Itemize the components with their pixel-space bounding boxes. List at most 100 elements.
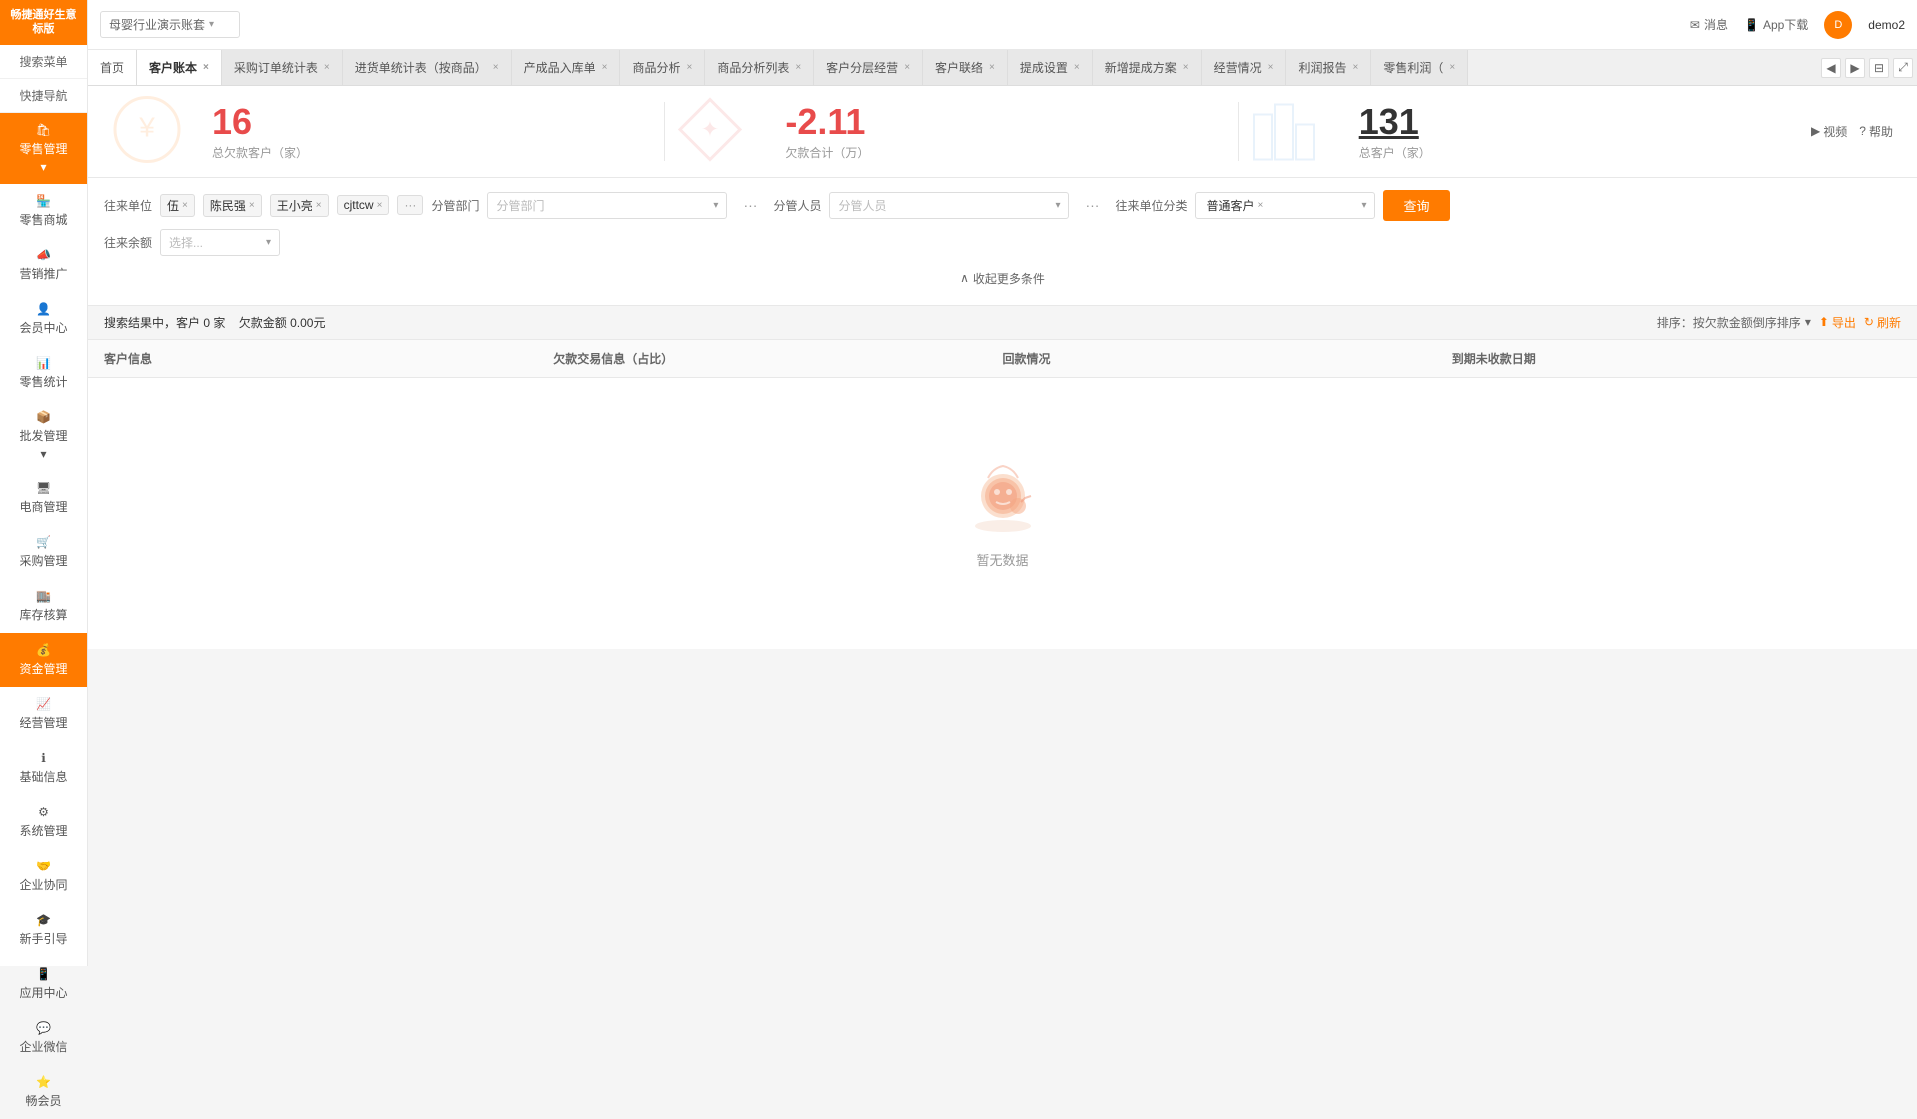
tab-product-list-label: 商品分析列表 xyxy=(717,59,789,76)
stat2-bg-icon: ✦ xyxy=(675,95,745,168)
unit-category-select[interactable]: 普通客户 × ▾ xyxy=(1195,192,1375,219)
tab-promotion-close-icon[interactable]: × xyxy=(1074,62,1080,73)
person-more-icon[interactable]: ··· xyxy=(1077,193,1107,217)
account-dropdown[interactable]: 母婴行业演示账套 ▾ xyxy=(100,11,240,38)
sidebar-item-ecom[interactable]: 🖥 电商管理 xyxy=(0,471,87,525)
tab-inbound-close-icon[interactable]: × xyxy=(493,62,499,73)
sidebar-item-inventory[interactable]: 🏬 库存核算 xyxy=(0,579,87,633)
category-arrow-icon: ▾ xyxy=(1361,200,1366,211)
tab-product-analysis-label: 商品分析 xyxy=(632,59,680,76)
dropdown-arrow-icon: ▾ xyxy=(209,19,214,30)
sidebar-item-enterprise[interactable]: 🤝 企业协同 xyxy=(0,849,87,903)
user-avatar[interactable]: D xyxy=(1824,11,1852,39)
search-menu[interactable]: 搜索菜单 xyxy=(0,45,87,79)
dept-select[interactable]: 分管部门 ▾ xyxy=(487,192,727,219)
refresh-label: 刷新 xyxy=(1877,314,1901,331)
balance-select[interactable]: 选择... ▾ xyxy=(160,229,280,256)
tab-segment-close-icon[interactable]: × xyxy=(904,62,910,73)
tab-customer-segment[interactable]: 客户分层经营 × xyxy=(814,50,923,85)
sidebar-item-marketing[interactable]: 📣 营销推广 xyxy=(0,238,87,292)
tab-cost-close-icon[interactable]: × xyxy=(602,62,608,73)
tab-cost-inbound[interactable]: 产成品入库单 × xyxy=(512,50,621,85)
app-download-button[interactable]: 📱 App下载 xyxy=(1744,16,1808,33)
tab-customer-accounts[interactable]: 客户账本 × xyxy=(137,50,222,85)
tab-next-button[interactable]: ▶ xyxy=(1845,58,1865,78)
tab-new-promo-close-icon[interactable]: × xyxy=(1183,62,1189,73)
tab-product-analysis[interactable]: 商品分析 × xyxy=(620,50,705,85)
query-button[interactable]: 查询 xyxy=(1383,190,1449,221)
tab-profit-close-icon[interactable]: × xyxy=(1352,62,1358,73)
tag-cjttcw-close-icon[interactable]: × xyxy=(377,200,383,211)
dept-more-icon[interactable]: ··· xyxy=(735,193,765,217)
tab-retail-profit-close-icon[interactable]: × xyxy=(1449,62,1455,73)
tab-op-status-close-icon[interactable]: × xyxy=(1268,62,1274,73)
sidebar-label-newbie: 新手引导 xyxy=(19,930,67,947)
logo-text: 畅捷通好生意 标版 xyxy=(11,8,77,37)
tab-operation-status[interactable]: 经营情况 × xyxy=(1202,50,1287,85)
tag-chen[interactable]: 陈民强 × xyxy=(203,194,262,217)
sort-button[interactable]: 排序：按欠款金额倒序排序 ▾ xyxy=(1657,314,1811,331)
tab-prev-button[interactable]: ◀ xyxy=(1821,58,1841,78)
sidebar-label-enterprise: 企业协同 xyxy=(19,876,67,893)
tab-product-analysis-list[interactable]: 商品分析列表 × xyxy=(705,50,814,85)
tab-customer-contact[interactable]: 客户联络 × xyxy=(923,50,1008,85)
tag-chen-close-icon[interactable]: × xyxy=(249,200,255,211)
tab-contact-close-icon[interactable]: × xyxy=(989,62,995,73)
tab-customer-accounts-close-icon[interactable]: × xyxy=(203,62,209,73)
help-button[interactable]: ? 帮助 xyxy=(1859,123,1893,140)
tab-purchase-close-icon[interactable]: × xyxy=(324,62,330,73)
main-area: 母婴行业演示账套 ▾ ✉ 消息 📱 App下载 D demo2 首页 客户账本 … xyxy=(88,0,1917,966)
tag-normal-customer[interactable]: 普通客户 × xyxy=(1204,197,1265,214)
tab-home[interactable]: 首页 xyxy=(88,50,137,85)
sidebar-item-purchase[interactable]: 🛒 采购管理 xyxy=(0,525,87,579)
tag-wu[interactable]: 伍 × xyxy=(160,194,195,217)
sidebar-item-system[interactable]: ⚙ 系统管理 xyxy=(0,795,87,849)
person-select[interactable]: 分管人员 ▾ xyxy=(829,192,1069,219)
username-label[interactable]: demo2 xyxy=(1868,18,1905,32)
sidebar-item-member[interactable]: 👤 会员中心 xyxy=(0,292,87,346)
vip-icon: ⭐ xyxy=(36,1075,51,1089)
sidebar-label-retail-mall: 零售商城 xyxy=(19,211,67,228)
tab-product-analysis-close-icon[interactable]: × xyxy=(686,62,692,73)
tag-cjttcw[interactable]: cjttcw × xyxy=(337,195,390,215)
tab-cost-label: 产成品入库单 xyxy=(524,59,596,76)
sidebar-item-app-center[interactable]: 📱 应用中心 xyxy=(0,957,87,1011)
tab-expand-button[interactable]: ⊟ xyxy=(1869,58,1889,78)
wholesale-icon: 📦 xyxy=(36,410,51,424)
sidebar-item-newbie[interactable]: 🎓 新手引导 xyxy=(0,903,87,957)
tab-profit-report[interactable]: 利润报告 × xyxy=(1286,50,1371,85)
tab-purchase-order-stats[interactable]: 采购订单统计表 × xyxy=(222,50,343,85)
tab-navigation: ◀ ▶ ⊟ ⤢ xyxy=(1817,58,1917,78)
sidebar-item-retail-mall[interactable]: 🏪 零售商城 xyxy=(0,184,87,238)
newbie-icon: 🎓 xyxy=(36,913,51,927)
sidebar-item-biz-wechat[interactable]: 💬 企业微信 xyxy=(0,1011,87,1065)
tab-promotion-settings[interactable]: 提成设置 × xyxy=(1008,50,1093,85)
stat-overdue-amount: ✦ -2.11 欠款合计（万） xyxy=(664,102,1238,161)
tag-cjttcw-label: cjttcw xyxy=(344,198,374,212)
sidebar-item-basic[interactable]: ℹ 基础信息 xyxy=(0,741,87,795)
export-label: 导出 xyxy=(1832,314,1856,331)
sidebar-item-wholesale[interactable]: 📦 批发管理 ▾ xyxy=(0,400,87,471)
sidebar-item-operation[interactable]: 📈 经营管理 xyxy=(0,687,87,741)
video-button[interactable]: ▶ 视频 xyxy=(1811,123,1847,140)
sidebar-item-retail[interactable]: 🛍 零售管理 ▾ xyxy=(0,113,87,184)
tab-new-promotion[interactable]: 新增提成方案 × xyxy=(1093,50,1202,85)
quick-nav[interactable]: 快捷导航 xyxy=(0,79,87,113)
export-button[interactable]: ⬆ 导出 xyxy=(1819,314,1856,331)
tab-fullscreen-button[interactable]: ⤢ xyxy=(1893,58,1913,78)
tag-wu-close-icon[interactable]: × xyxy=(182,200,188,211)
tab-retail-profit[interactable]: 零售利润（ × xyxy=(1371,50,1468,85)
sidebar-item-retail-stats[interactable]: 📊 零售统计 xyxy=(0,346,87,400)
refresh-button[interactable]: ↻ 刷新 xyxy=(1864,314,1901,331)
sidebar-item-finance[interactable]: 💰 资金管理 xyxy=(0,633,87,687)
tab-inbound-stats[interactable]: 进货单统计表（按商品） × xyxy=(343,50,512,85)
sidebar-item-vip[interactable]: ⭐ 畅会员 xyxy=(0,1065,87,1119)
normal-customer-close-icon[interactable]: × xyxy=(1258,200,1264,211)
collapse-button[interactable]: ∧ 收起更多条件 xyxy=(960,264,1045,293)
tab-product-list-close-icon[interactable]: × xyxy=(795,62,801,73)
tag-wang[interactable]: 王小亮 × xyxy=(270,194,329,217)
tag-more-button[interactable]: ··· xyxy=(397,195,423,215)
overdue-amount-label: 欠款合计（万） xyxy=(785,144,869,161)
tag-wang-close-icon[interactable]: × xyxy=(316,200,322,211)
message-button[interactable]: ✉ 消息 xyxy=(1690,16,1728,33)
